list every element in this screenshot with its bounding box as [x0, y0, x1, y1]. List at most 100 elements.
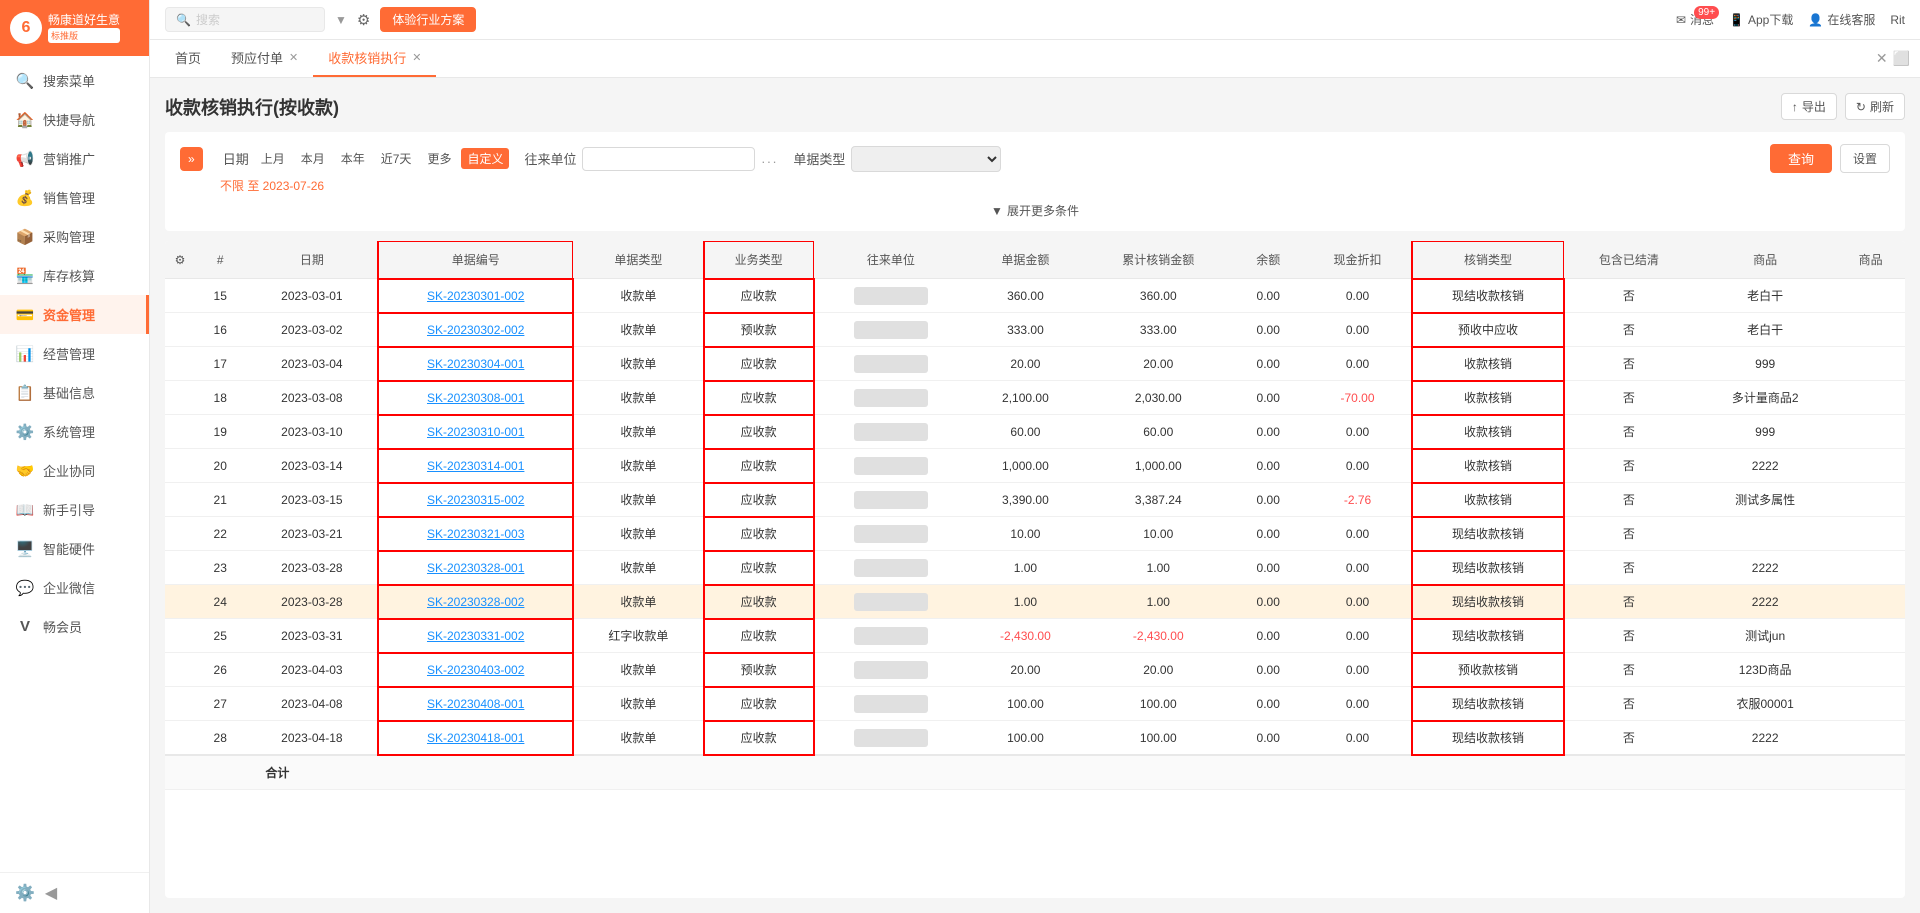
- cell-amount: 100.00: [968, 721, 1083, 756]
- cell-discount: 0.00: [1303, 551, 1413, 585]
- cell-goods: 123D商品: [1694, 653, 1836, 687]
- topbar-app-download[interactable]: 📱 App下载: [1729, 11, 1793, 28]
- date-last-month-button[interactable]: 上月: [255, 148, 291, 169]
- cell-amount: 2,100.00: [968, 381, 1083, 415]
- sidebar-item-basic[interactable]: 📋基础信息: [0, 373, 149, 412]
- sidebar-item-wechat[interactable]: 💬企业微信: [0, 568, 149, 607]
- cell-goods: 2222: [1694, 449, 1836, 483]
- cell-seq: 16: [195, 313, 245, 347]
- col-header-discount: 现金折扣: [1303, 241, 1413, 279]
- cell-seq: 22: [195, 517, 245, 551]
- cell-amount: 333.00: [968, 313, 1083, 347]
- topbar-gear-icon[interactable]: ⚙: [357, 11, 370, 29]
- topbar-online-service[interactable]: 👤 在线客服: [1808, 11, 1875, 28]
- cell-include-settled: 否: [1564, 279, 1695, 313]
- tab-home[interactable]: 首页: [160, 40, 216, 77]
- refresh-button[interactable]: ↻ 刷新: [1845, 93, 1905, 120]
- operation-icon: 📊: [15, 345, 35, 363]
- bill-no-link[interactable]: SK-20230403-002: [427, 663, 524, 677]
- bill-no-link[interactable]: SK-20230418-001: [427, 731, 524, 745]
- filter-settings-button[interactable]: 设置: [1840, 144, 1890, 173]
- date-range-display: 不限 至 2023-07-26: [220, 177, 1890, 194]
- date-more-button[interactable]: 更多: [421, 148, 457, 169]
- sidebar-item-marketing[interactable]: 📢营销推广: [0, 139, 149, 178]
- col-header-date: 日期: [245, 241, 378, 279]
- sidebar-item-member[interactable]: V畅会员: [0, 607, 149, 646]
- footer-collapse-icon[interactable]: ◀: [45, 883, 57, 903]
- cell-goods2: [1836, 449, 1905, 483]
- cell-settings: [165, 347, 195, 381]
- bill-no-link[interactable]: SK-20230302-002: [427, 323, 524, 337]
- bill-no-link[interactable]: SK-20230301-002: [427, 289, 524, 303]
- cell-verify-type: 收款核销: [1412, 415, 1563, 449]
- refresh-icon: ↻: [1856, 100, 1866, 114]
- topbar-messages[interactable]: ✉ 消息 99+: [1676, 11, 1714, 28]
- finance-icon: 💳: [15, 306, 35, 324]
- cell-partner: ████: [814, 721, 969, 756]
- sidebar-item-corp[interactable]: 🤝企业协同: [0, 451, 149, 490]
- sidebar-item-operation[interactable]: 📊经营管理: [0, 334, 149, 373]
- receipt-type-select[interactable]: [851, 146, 1001, 172]
- data-table: ⚙ # 日期 单据编号 单据类型 业务类型 往来单位 单据金额 累计核销金额 余…: [165, 241, 1905, 790]
- cell-settings: [165, 313, 195, 347]
- cell-partner: ████: [814, 381, 969, 415]
- cell-cum-amount: 20.00: [1083, 653, 1234, 687]
- date-this-year-button[interactable]: 本年: [335, 148, 371, 169]
- topbar-dropdown-arrow[interactable]: ▼: [335, 13, 347, 27]
- bill-no-link[interactable]: SK-20230328-002: [427, 595, 524, 609]
- sidebar-item-sales[interactable]: 💰销售管理: [0, 178, 149, 217]
- cell-balance: 0.00: [1234, 347, 1303, 381]
- cell-balance: 0.00: [1234, 415, 1303, 449]
- date-this-month-button[interactable]: 本月: [295, 148, 331, 169]
- cell-balance: 0.00: [1234, 551, 1303, 585]
- bill-no-link[interactable]: SK-20230308-001: [427, 391, 524, 405]
- bill-no-link[interactable]: SK-20230310-001: [427, 425, 524, 439]
- footer-settings-icon[interactable]: ⚙️: [15, 883, 35, 903]
- sidebar-item-search[interactable]: 🔍搜索菜单: [0, 61, 149, 100]
- sidebar-item-quick[interactable]: 🏠快捷导航: [0, 100, 149, 139]
- bill-no-link[interactable]: SK-20230408-001: [427, 697, 524, 711]
- cell-verify-type: 收款核销: [1412, 381, 1563, 415]
- industry-solution-button[interactable]: 体验行业方案: [380, 7, 476, 32]
- col-header-settings[interactable]: ⚙: [165, 241, 195, 279]
- tab-receipt[interactable]: 预应付单 ✕: [216, 40, 313, 77]
- bill-no-link[interactable]: SK-20230331-002: [427, 629, 524, 643]
- tabs-window-actions: ✕ ⬜: [1876, 50, 1910, 67]
- logo-icon: 6: [10, 12, 42, 44]
- bill-no-link[interactable]: SK-20230328-001: [427, 561, 524, 575]
- expand-more-filters[interactable]: ▼ 展开更多条件: [180, 202, 1890, 219]
- date-buttons: 上月 本月 本年 近7天 更多 自定义: [255, 148, 510, 169]
- filter-expand-side-button[interactable]: »: [180, 147, 203, 171]
- cell-bill-type: 收款单: [573, 449, 704, 483]
- sidebar-item-finance[interactable]: 💳资金管理: [0, 295, 149, 334]
- topbar-search[interactable]: 🔍 搜索: [165, 7, 325, 32]
- bill-no-link[interactable]: SK-20230321-003: [427, 527, 524, 541]
- cell-bill-type: 收款单: [573, 415, 704, 449]
- tab-payment-close[interactable]: ✕: [412, 51, 421, 64]
- cell-settings: [165, 483, 195, 517]
- date-7days-button[interactable]: 近7天: [375, 148, 418, 169]
- cell-partner: ████: [814, 415, 969, 449]
- cell-verify-type: 现结收款核销: [1412, 585, 1563, 619]
- query-button[interactable]: 查询: [1770, 144, 1832, 173]
- sidebar-item-guide[interactable]: 📖新手引导: [0, 490, 149, 529]
- tab-receipt-close[interactable]: ✕: [289, 51, 298, 64]
- cell-biz-type: 应收款: [704, 721, 814, 756]
- topbar-username: Rit: [1890, 13, 1905, 27]
- tab-close-window-button[interactable]: ✕: [1876, 50, 1888, 67]
- bill-no-link[interactable]: SK-20230314-001: [427, 459, 524, 473]
- date-custom-button[interactable]: 自定义: [461, 148, 509, 169]
- bill-no-link[interactable]: SK-20230304-001: [427, 357, 524, 371]
- tab-payment[interactable]: 收款核销执行 ✕: [313, 40, 436, 77]
- bill-no-link[interactable]: SK-20230315-002: [427, 493, 524, 507]
- cell-verify-type: 预收中应收: [1412, 313, 1563, 347]
- export-button[interactable]: ↑ 导出: [1781, 93, 1837, 120]
- sidebar-item-purchase[interactable]: 📦采购管理: [0, 217, 149, 256]
- sidebar-item-inventory[interactable]: 🏪库存核算: [0, 256, 149, 295]
- tab-maximize-button[interactable]: ⬜: [1893, 50, 1910, 67]
- sidebar-item-hardware[interactable]: 🖥️智能硬件: [0, 529, 149, 568]
- partner-filter-input[interactable]: [582, 147, 755, 171]
- cell-cum-amount: 3,387.24: [1083, 483, 1234, 517]
- cell-bill-type: 收款单: [573, 279, 704, 313]
- sidebar-item-system[interactable]: ⚙️系统管理: [0, 412, 149, 451]
